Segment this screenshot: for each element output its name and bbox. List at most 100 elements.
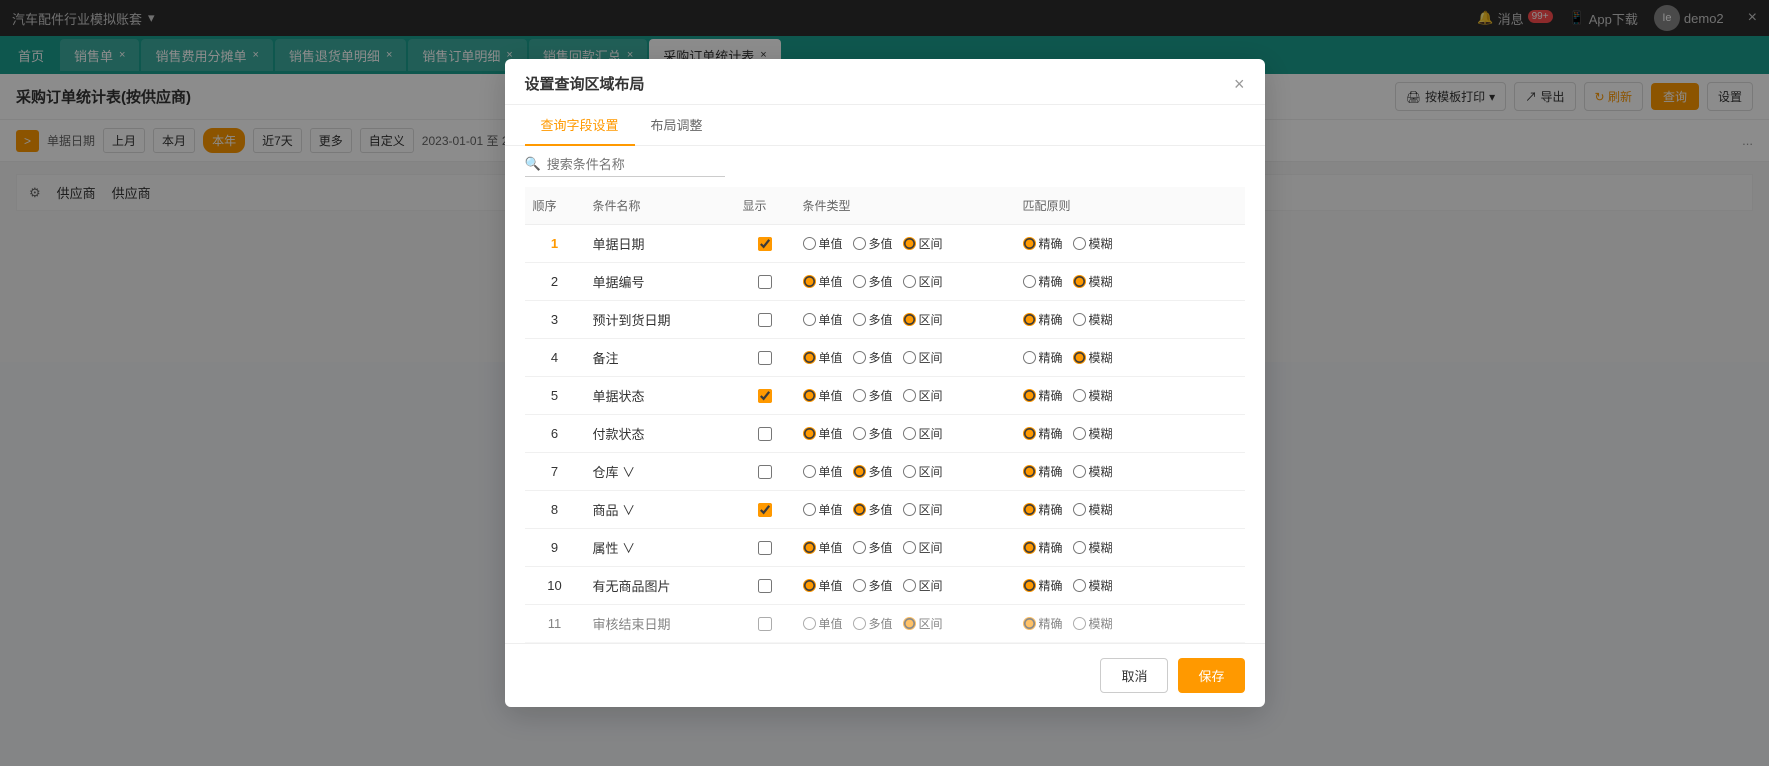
row2-match-exact[interactable]: 精确 — [1023, 273, 1063, 290]
row10-type-single[interactable]: 单值 — [803, 577, 843, 594]
row4-name: 备注 — [585, 344, 735, 371]
row5-type-group: 单值 多值 区间 — [803, 387, 943, 404]
row3-type-multi[interactable]: 多值 — [853, 311, 893, 328]
row5-type-range[interactable]: 区间 — [903, 387, 943, 404]
row9-match: 精确 模糊 — [1015, 535, 1235, 560]
row11-match: 精确 模糊 — [1015, 611, 1235, 636]
row9-match-exact[interactable]: 精确 — [1023, 539, 1063, 556]
row6-match-group: 精确 模糊 — [1023, 425, 1113, 442]
row10-display-checkbox[interactable] — [758, 579, 772, 593]
table-row: 4 备注 单值 多值 区间 精确 模糊 — [525, 339, 1245, 377]
row7-display-checkbox[interactable] — [758, 465, 772, 479]
row8-match-exact[interactable]: 精确 — [1023, 501, 1063, 518]
row4-match-exact[interactable]: 精确 — [1023, 349, 1063, 366]
row6-match: 精确 模糊 — [1015, 421, 1235, 446]
row11-display-checkbox[interactable] — [758, 617, 772, 631]
table-row: 5 单据状态 单值 多值 区间 精确 模糊 — [525, 377, 1245, 415]
save-button[interactable]: 保存 — [1178, 658, 1244, 693]
row6-type-range[interactable]: 区间 — [903, 425, 943, 442]
row3-match-exact[interactable]: 精确 — [1023, 311, 1063, 328]
cancel-button[interactable]: 取消 — [1100, 658, 1168, 693]
row4-type-multi[interactable]: 多值 — [853, 349, 893, 366]
row7-type-range[interactable]: 区间 — [903, 463, 943, 480]
tab-layout[interactable]: 布局调整 — [635, 105, 719, 146]
row1-type: 单值 多值 区间 — [795, 231, 1015, 256]
row7-name: 仓库 ∨ — [585, 458, 735, 485]
row7-type-single[interactable]: 单值 — [803, 463, 843, 480]
row2-type-group: 单值 多值 区间 — [803, 273, 943, 290]
tab-query-fields-label: 查询字段设置 — [541, 118, 619, 133]
row4-type: 单值 多值 区间 — [795, 345, 1015, 370]
row7-match-exact[interactable]: 精确 — [1023, 463, 1063, 480]
row11-match-fuzzy[interactable]: 模糊 — [1073, 615, 1113, 632]
row6-display-checkbox[interactable] — [758, 427, 772, 441]
dialog-close-button[interactable]: × — [1234, 75, 1245, 93]
row7-match-fuzzy[interactable]: 模糊 — [1073, 463, 1113, 480]
row2-display-checkbox[interactable] — [758, 275, 772, 289]
row11-match-exact[interactable]: 精确 — [1023, 615, 1063, 632]
row6-match-exact[interactable]: 精确 — [1023, 425, 1063, 442]
row1-display-checkbox[interactable] — [758, 237, 772, 251]
row11-match-group: 精确 模糊 — [1023, 615, 1113, 632]
row5-display — [735, 385, 795, 407]
row4-type-single[interactable]: 单值 — [803, 349, 843, 366]
row8-match-fuzzy[interactable]: 模糊 — [1073, 501, 1113, 518]
row8-type-multi[interactable]: 多值 — [853, 501, 893, 518]
row2-match-fuzzy[interactable]: 模糊 — [1073, 273, 1113, 290]
row10-match-fuzzy[interactable]: 模糊 — [1073, 577, 1113, 594]
row10-match-exact[interactable]: 精确 — [1023, 577, 1063, 594]
settings-table: 顺序 条件名称 显示 条件类型 匹配原则 1 单据日期 单值 多值 区间 — [505, 187, 1265, 643]
row8-display — [735, 499, 795, 521]
row11-type-single[interactable]: 单值 — [803, 615, 843, 632]
row9-type-single[interactable]: 单值 — [803, 539, 843, 556]
tab-query-fields[interactable]: 查询字段设置 — [525, 105, 635, 146]
row7-type-multi[interactable]: 多值 — [853, 463, 893, 480]
row8-type-single[interactable]: 单值 — [803, 501, 843, 518]
row4-match-fuzzy[interactable]: 模糊 — [1073, 349, 1113, 366]
row5-type-multi[interactable]: 多值 — [853, 387, 893, 404]
row9-type-range[interactable]: 区间 — [903, 539, 943, 556]
row10-type-multi[interactable]: 多值 — [853, 577, 893, 594]
row2-order: 2 — [525, 270, 585, 293]
row4-display-checkbox[interactable] — [758, 351, 772, 365]
dialog-tabs: 查询字段设置 布局调整 — [505, 105, 1265, 146]
row6-type-multi[interactable]: 多值 — [853, 425, 893, 442]
row5-match-exact[interactable]: 精确 — [1023, 387, 1063, 404]
row9-match-fuzzy[interactable]: 模糊 — [1073, 539, 1113, 556]
row1-match-exact[interactable]: 精确 — [1023, 235, 1063, 252]
row1-match-fuzzy[interactable]: 模糊 — [1073, 235, 1113, 252]
row10-type-range[interactable]: 区间 — [903, 577, 943, 594]
row3-type-single[interactable]: 单值 — [803, 311, 843, 328]
row2-type-range[interactable]: 区间 — [903, 273, 943, 290]
row6-order: 6 — [525, 422, 585, 445]
search-input[interactable] — [547, 157, 707, 172]
row1-order: 1 — [525, 232, 585, 255]
row5-match-fuzzy[interactable]: 模糊 — [1073, 387, 1113, 404]
row6-type-single[interactable]: 单值 — [803, 425, 843, 442]
row1-type-range[interactable]: 区间 — [903, 235, 943, 252]
table-row: 6 付款状态 单值 多值 区间 精确 模糊 — [525, 415, 1245, 453]
row3-type-range[interactable]: 区间 — [903, 311, 943, 328]
row4-type-range[interactable]: 区间 — [903, 349, 943, 366]
row11-type-range[interactable]: 区间 — [903, 615, 943, 632]
row8-display-checkbox[interactable] — [758, 503, 772, 517]
row9-type-multi[interactable]: 多值 — [853, 539, 893, 556]
row4-order: 4 — [525, 346, 585, 369]
row11-type-multi[interactable]: 多值 — [853, 615, 893, 632]
row2-type-multi[interactable]: 多值 — [853, 273, 893, 290]
settings-dialog: 设置查询区域布局 × 查询字段设置 布局调整 🔍 顺序 条件名称 — [505, 59, 1265, 707]
row3-match-fuzzy[interactable]: 模糊 — [1073, 311, 1113, 328]
row5-type-single[interactable]: 单值 — [803, 387, 843, 404]
row5-display-checkbox[interactable] — [758, 389, 772, 403]
row10-display — [735, 575, 795, 597]
row8-type-range[interactable]: 区间 — [903, 501, 943, 518]
row9-display-checkbox[interactable] — [758, 541, 772, 555]
row1-type-multi[interactable]: 多值 — [853, 235, 893, 252]
row3-display-checkbox[interactable] — [758, 313, 772, 327]
row1-type-single[interactable]: 单值 — [803, 235, 843, 252]
row6-match-fuzzy[interactable]: 模糊 — [1073, 425, 1113, 442]
row2-type-single[interactable]: 单值 — [803, 273, 843, 290]
row5-name: 单据状态 — [585, 382, 735, 409]
table-row: 10 有无商品图片 单值 多值 区间 精确 模糊 — [525, 567, 1245, 605]
row10-match: 精确 模糊 — [1015, 573, 1235, 598]
